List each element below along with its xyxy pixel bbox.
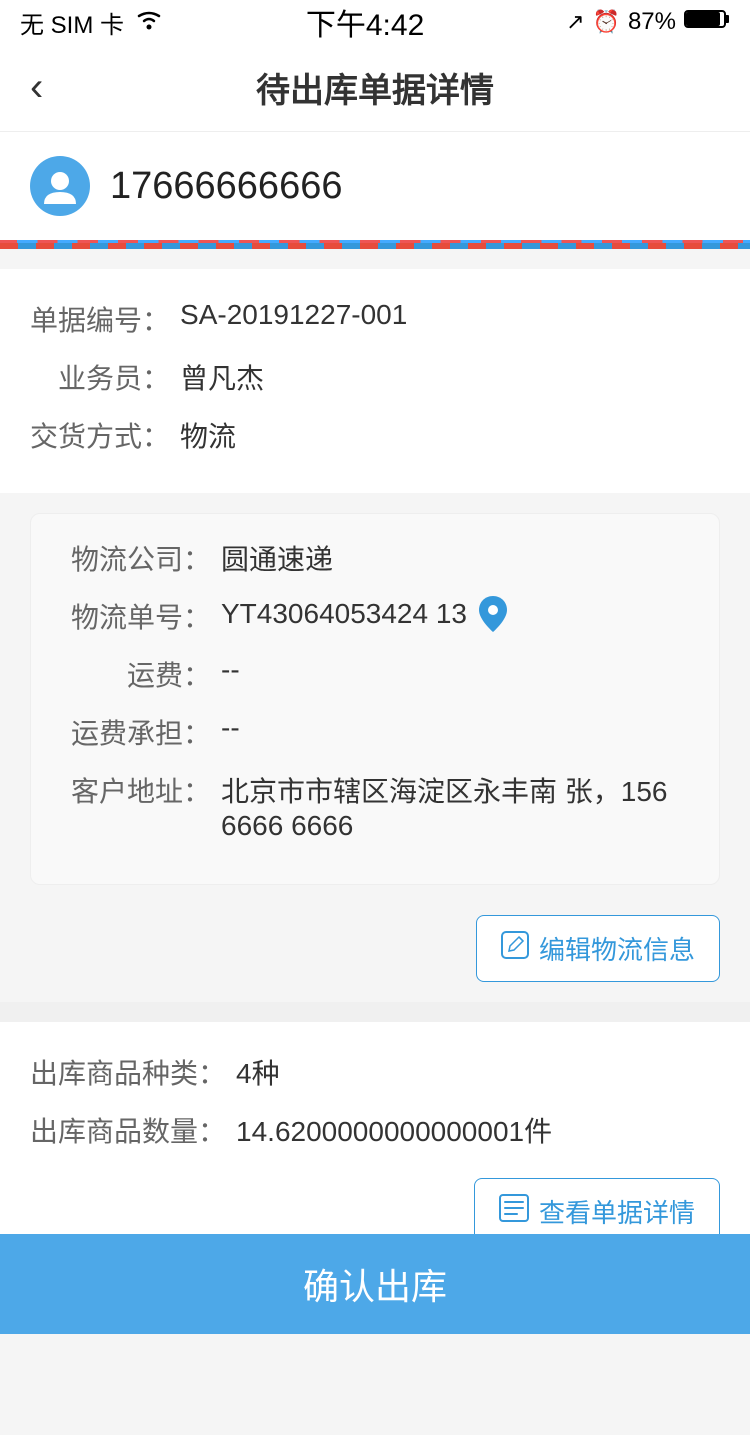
avatar bbox=[30, 156, 90, 216]
alarm-icon: ⏰ bbox=[593, 9, 620, 35]
address-label: 客户地址： bbox=[61, 770, 211, 810]
tracking-label: 物流单号： bbox=[61, 596, 211, 636]
goods-quantity-label: 出库商品数量： bbox=[30, 1110, 226, 1150]
edit-btn-wrap: 编辑物流信息 bbox=[0, 905, 750, 1002]
back-button[interactable]: ‹ bbox=[30, 65, 43, 110]
address-value: 北京市市辖区海淀区永丰南 张，156 6666 6666 bbox=[221, 770, 689, 842]
nav-bar: ‹ 待出库单据详情 bbox=[0, 44, 750, 132]
doc-no-value: SA-20191227-001 bbox=[180, 299, 720, 331]
goods-quantity-row: 出库商品数量： 14.6200000000000001件 bbox=[30, 1110, 720, 1150]
time-label: 下午4:42 bbox=[306, 0, 424, 44]
list-doc-icon bbox=[499, 1194, 529, 1229]
status-left: 无 SIM 卡 bbox=[20, 5, 164, 40]
delivery-row: 交货方式： 物流 bbox=[30, 415, 720, 455]
delivery-value: 物流 bbox=[180, 415, 720, 455]
customer-header: 17666666666 bbox=[0, 132, 750, 243]
logistics-company-row: 物流公司： 圆通速递 bbox=[61, 538, 689, 578]
carrier-label: 无 SIM 卡 bbox=[20, 5, 124, 40]
logistics-company-value: 圆通速递 bbox=[221, 538, 689, 578]
order-info-section: 单据编号： SA-20191227-001 业务员： 曾凡杰 交货方式： 物流 bbox=[0, 269, 750, 493]
tracking-value-wrap: YT43064053424 13 bbox=[221, 596, 689, 632]
freight-bear-label: 运费承担： bbox=[61, 712, 211, 752]
page-title: 待出库单据详情 bbox=[256, 63, 494, 112]
location-status-icon: ↗ bbox=[566, 9, 584, 35]
goods-types-label: 出库商品种类： bbox=[30, 1052, 226, 1092]
wifi-icon bbox=[134, 8, 164, 37]
doc-no-row: 单据编号： SA-20191227-001 bbox=[30, 299, 720, 339]
salesman-row: 业务员： 曾凡杰 bbox=[30, 357, 720, 397]
address-row: 客户地址： 北京市市辖区海淀区永丰南 张，156 6666 6666 bbox=[61, 770, 689, 842]
salesman-value: 曾凡杰 bbox=[180, 357, 720, 397]
status-bar: 无 SIM 卡 下午4:42 ↗ ⏰ 87% bbox=[0, 0, 750, 44]
logistics-card: 物流公司： 圆通速递 物流单号： YT43064053424 13 运费： --… bbox=[30, 513, 720, 885]
freight-label: 运费： bbox=[61, 654, 211, 694]
battery-icon bbox=[684, 8, 730, 37]
tracking-number: YT43064053424 13 bbox=[221, 598, 467, 630]
confirm-bar: 确认出库 bbox=[0, 1234, 750, 1334]
goods-quantity-value: 14.6200000000000001件 bbox=[236, 1110, 552, 1150]
edit-icon bbox=[501, 931, 529, 966]
freight-row: 运费： -- bbox=[61, 654, 689, 694]
freight-bear-value: -- bbox=[221, 712, 689, 744]
logistics-company-label: 物流公司： bbox=[61, 538, 211, 578]
map-pin-icon[interactable] bbox=[477, 596, 509, 632]
goods-types-row: 出库商品种类： 4种 bbox=[30, 1052, 720, 1092]
dashed-divider bbox=[0, 243, 750, 249]
tracking-row: 物流单号： YT43064053424 13 bbox=[61, 596, 689, 636]
edit-logistics-button[interactable]: 编辑物流信息 bbox=[476, 915, 720, 982]
status-right: ↗ ⏰ 87% bbox=[566, 8, 730, 37]
customer-phone: 17666666666 bbox=[110, 165, 342, 208]
confirm-button[interactable]: 确认出库 bbox=[303, 1258, 447, 1310]
freight-value: -- bbox=[221, 654, 689, 686]
section-separator bbox=[0, 1002, 750, 1022]
delivery-label: 交货方式： bbox=[30, 415, 170, 455]
salesman-label: 业务员： bbox=[30, 357, 170, 397]
goods-types-value: 4种 bbox=[236, 1052, 280, 1092]
battery-label: 87% bbox=[628, 8, 676, 36]
view-detail-label: 查看单据详情 bbox=[539, 1193, 695, 1230]
edit-logistics-label: 编辑物流信息 bbox=[539, 930, 695, 967]
freight-bear-row: 运费承担： -- bbox=[61, 712, 689, 752]
doc-no-label: 单据编号： bbox=[30, 299, 170, 339]
